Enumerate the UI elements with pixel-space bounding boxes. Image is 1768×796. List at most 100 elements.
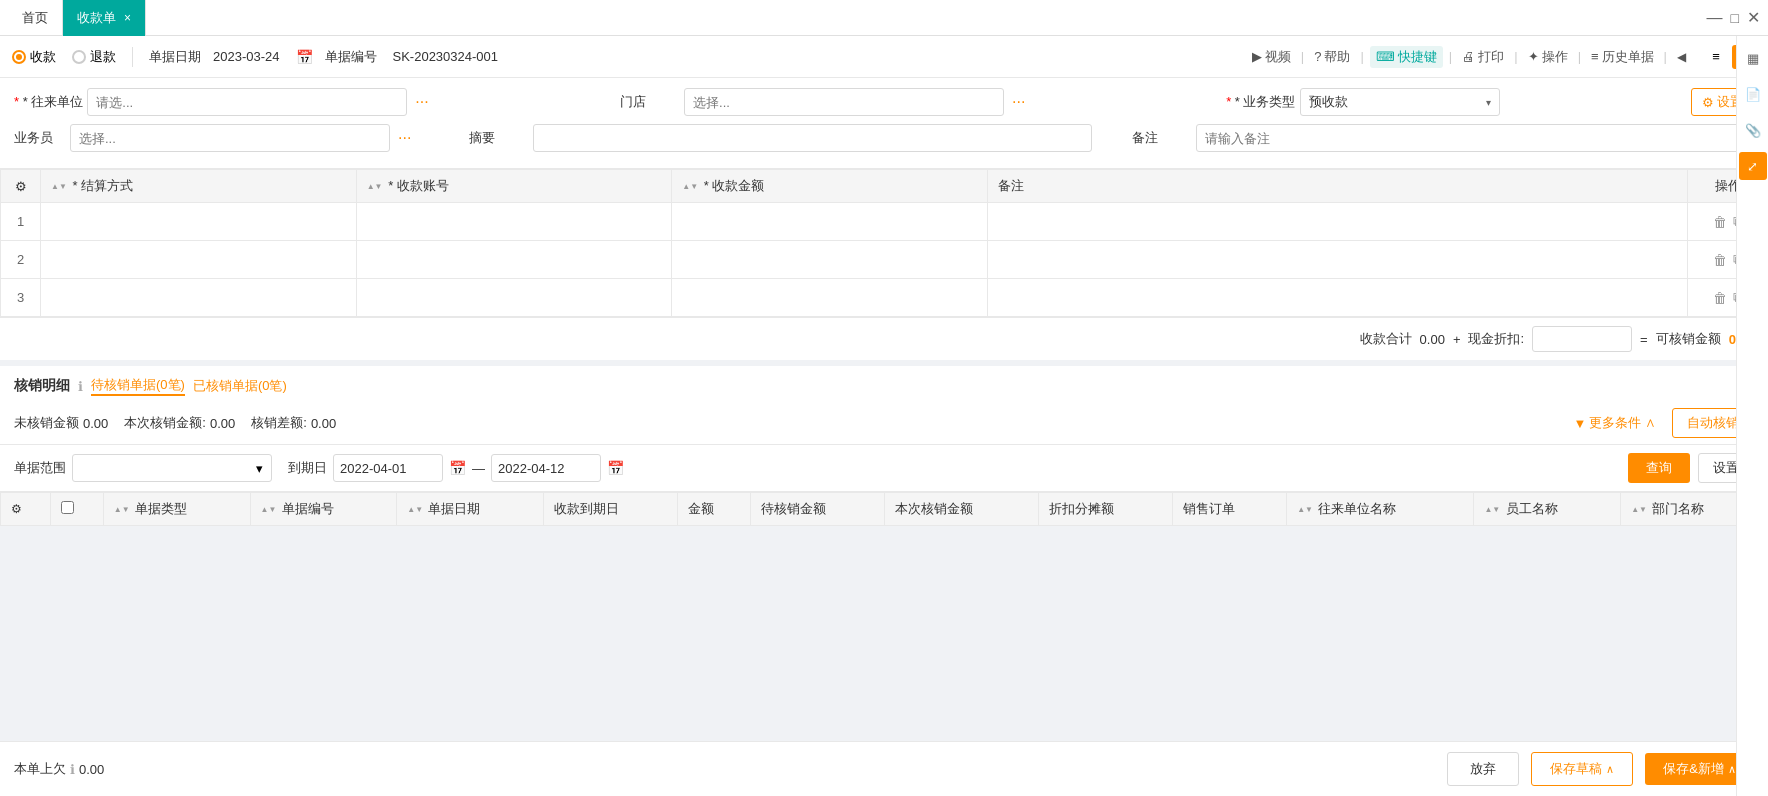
row-settle-2[interactable] [41, 241, 357, 279]
date-from-input[interactable] [333, 454, 443, 482]
more-conditions-label: 更多条件 ∧ [1589, 414, 1656, 432]
row-index-2: 2 [1, 241, 41, 279]
due-date-label: 到期日 [288, 459, 327, 477]
tab-receipt[interactable]: 收款单 × [63, 0, 146, 36]
btm-th-counterparty-label: 往来单位名称 [1318, 501, 1396, 516]
date-to-input[interactable] [491, 454, 601, 482]
sort-doc-no: ▲▼ [261, 505, 277, 514]
counterparty-input[interactable] [87, 88, 407, 116]
gear-col-header[interactable]: ⚙ [1, 170, 41, 203]
table-header: ⚙ ▲▼ * 结算方式 ▲▼ * 收款账号 ▲▼ * 收款金额 备注 [1, 170, 1768, 203]
sidebar-clip-btn[interactable]: 📎 [1739, 116, 1767, 144]
business-type-select[interactable]: 预收款 ▾ [1300, 88, 1500, 116]
business-type-field: * 业务类型 预收款 ▾ [1226, 88, 1679, 116]
more-conditions-btn[interactable]: ▼ 更多条件 ∧ [1574, 414, 1657, 432]
table-row: 3 🗑 ⧉ [1, 279, 1768, 317]
video-icon: ▶ [1252, 49, 1262, 64]
row-remark-1[interactable] [988, 203, 1688, 241]
staff-more-btn[interactable]: ··· [398, 129, 411, 147]
btm-th-current-label: 本次核销金额 [895, 501, 973, 516]
action-bar: 收款 退款 单据日期 2023-03-24 📅 单据编号 SK-20230324… [0, 36, 1768, 78]
due-date-field: 到期日 📅 — 📅 [288, 454, 624, 482]
btm-th-amount-label: 金额 [688, 501, 714, 516]
draft-button[interactable]: 保存草稿 ∧ [1531, 752, 1633, 786]
doc-no-label: 单据编号 [325, 48, 377, 66]
th-settle-method-label: * 结算方式 [72, 178, 133, 193]
btm-th-amount: 金额 [678, 493, 751, 526]
sidebar-file-btn[interactable]: 📄 [1739, 80, 1767, 108]
operation-label: 操作 [1542, 48, 1568, 66]
row-remark-2[interactable] [988, 241, 1688, 279]
row-account-2[interactable] [356, 241, 672, 279]
btm-th-gear[interactable]: ⚙ [1, 493, 51, 526]
window-expand-icon[interactable]: □ [1731, 10, 1739, 26]
window-close-icon[interactable]: ✕ [1747, 8, 1760, 27]
btm-th-doc-no-label: 单据编号 [282, 501, 334, 516]
summary-row: 收款合计 0.00 + 现金折扣: = 可核销金额 0.00 [0, 317, 1768, 360]
calendar-to-icon[interactable]: 📅 [607, 460, 624, 476]
remark-input[interactable] [1196, 124, 1755, 152]
delete-icon-2[interactable]: 🗑 [1713, 252, 1727, 268]
gear-icon: ⚙ [1702, 95, 1714, 110]
row-amount-2[interactable] [672, 241, 988, 279]
discard-label: 放弃 [1470, 761, 1496, 776]
sidebar-table-btn[interactable]: ▦ [1739, 44, 1767, 72]
delete-icon-3[interactable]: 🗑 [1713, 290, 1727, 306]
table-row: 1 🗑 ⧉ [1, 203, 1768, 241]
discount-input[interactable] [1532, 326, 1632, 352]
discard-button[interactable]: 放弃 [1447, 752, 1519, 786]
row-account-1[interactable] [356, 203, 672, 241]
business-type-value: 预收款 [1309, 93, 1348, 111]
business-type-label: * 业务类型 [1226, 93, 1295, 111]
close-icon[interactable]: × [124, 11, 131, 25]
verifiable-label: 可核销金额 [1656, 330, 1721, 348]
row-remark-3[interactable] [988, 279, 1688, 317]
summary-input[interactable] [533, 124, 1092, 152]
btm-th-counterparty: ▲▼ 往来单位名称 [1287, 493, 1474, 526]
verification-section-header: 核销明细 ℹ 待核销单据(0笔) 已核销单据(0笔) [0, 360, 1768, 402]
total-label: 收款合计 [1360, 330, 1412, 348]
row-amount-1[interactable] [672, 203, 988, 241]
btm-th-pending: 待核销金额 [751, 493, 885, 526]
prev-btn[interactable]: ◀ [1673, 48, 1690, 66]
history-btn[interactable]: ≡ 历史单据 [1587, 46, 1658, 68]
footer: 本单上欠 ℹ 0.00 放弃 保存草稿 ∧ 保存&新增 ∧ [0, 741, 1768, 796]
query-button[interactable]: 查询 [1628, 453, 1690, 483]
layout-list-btn[interactable]: ≡ [1704, 45, 1728, 69]
radio-refund[interactable]: 退款 [72, 48, 116, 66]
pending-tab[interactable]: 待核销单据(0笔) [91, 376, 185, 396]
operation-btn[interactable]: ✦ 操作 [1524, 46, 1572, 68]
current-value: 0.00 [210, 416, 235, 431]
btm-th-staff: ▲▼ 员工名称 [1474, 493, 1621, 526]
footer-stat: 本单上欠 ℹ 0.00 [14, 760, 104, 778]
shortcut-btn[interactable]: ⌨ 快捷键 [1370, 46, 1443, 68]
help-btn[interactable]: ? 帮助 [1310, 46, 1354, 68]
video-btn[interactable]: ▶ 视频 [1248, 46, 1295, 68]
print-btn[interactable]: 🖨 打印 [1458, 46, 1508, 68]
store-more-btn[interactable]: ··· [1012, 93, 1025, 111]
print-label: 打印 [1478, 48, 1504, 66]
btm-th-current: 本次核销金额 [885, 493, 1039, 526]
delete-icon-1[interactable]: 🗑 [1713, 214, 1727, 230]
sep3: | [1449, 49, 1452, 64]
counterparty-more-btn[interactable]: ··· [415, 93, 428, 111]
footer-info-icon[interactable]: ℹ [70, 762, 75, 777]
tab-home[interactable]: 首页 [8, 0, 63, 36]
row-account-3[interactable] [356, 279, 672, 317]
info-icon[interactable]: ℹ [78, 379, 83, 394]
sidebar-expand-btn[interactable]: ⤢ [1739, 152, 1767, 180]
done-tab[interactable]: 已核销单据(0笔) [193, 377, 287, 395]
staff-input[interactable] [70, 124, 390, 152]
store-input[interactable] [684, 88, 1004, 116]
sort-icon-amount: ▲▼ [682, 182, 698, 191]
staff-field: 业务员 ··· [14, 124, 429, 152]
calendar-from-icon[interactable]: 📅 [449, 460, 466, 476]
radio-receipt[interactable]: 收款 [12, 48, 56, 66]
window-minimize-icon[interactable]: — [1707, 9, 1723, 27]
calendar-icon-1[interactable]: 📅 [296, 49, 313, 65]
row-amount-3[interactable] [672, 279, 988, 317]
row-settle-3[interactable] [41, 279, 357, 317]
select-all-checkbox[interactable] [61, 501, 74, 514]
range-select[interactable]: ▾ [72, 454, 272, 482]
row-settle-1[interactable] [41, 203, 357, 241]
